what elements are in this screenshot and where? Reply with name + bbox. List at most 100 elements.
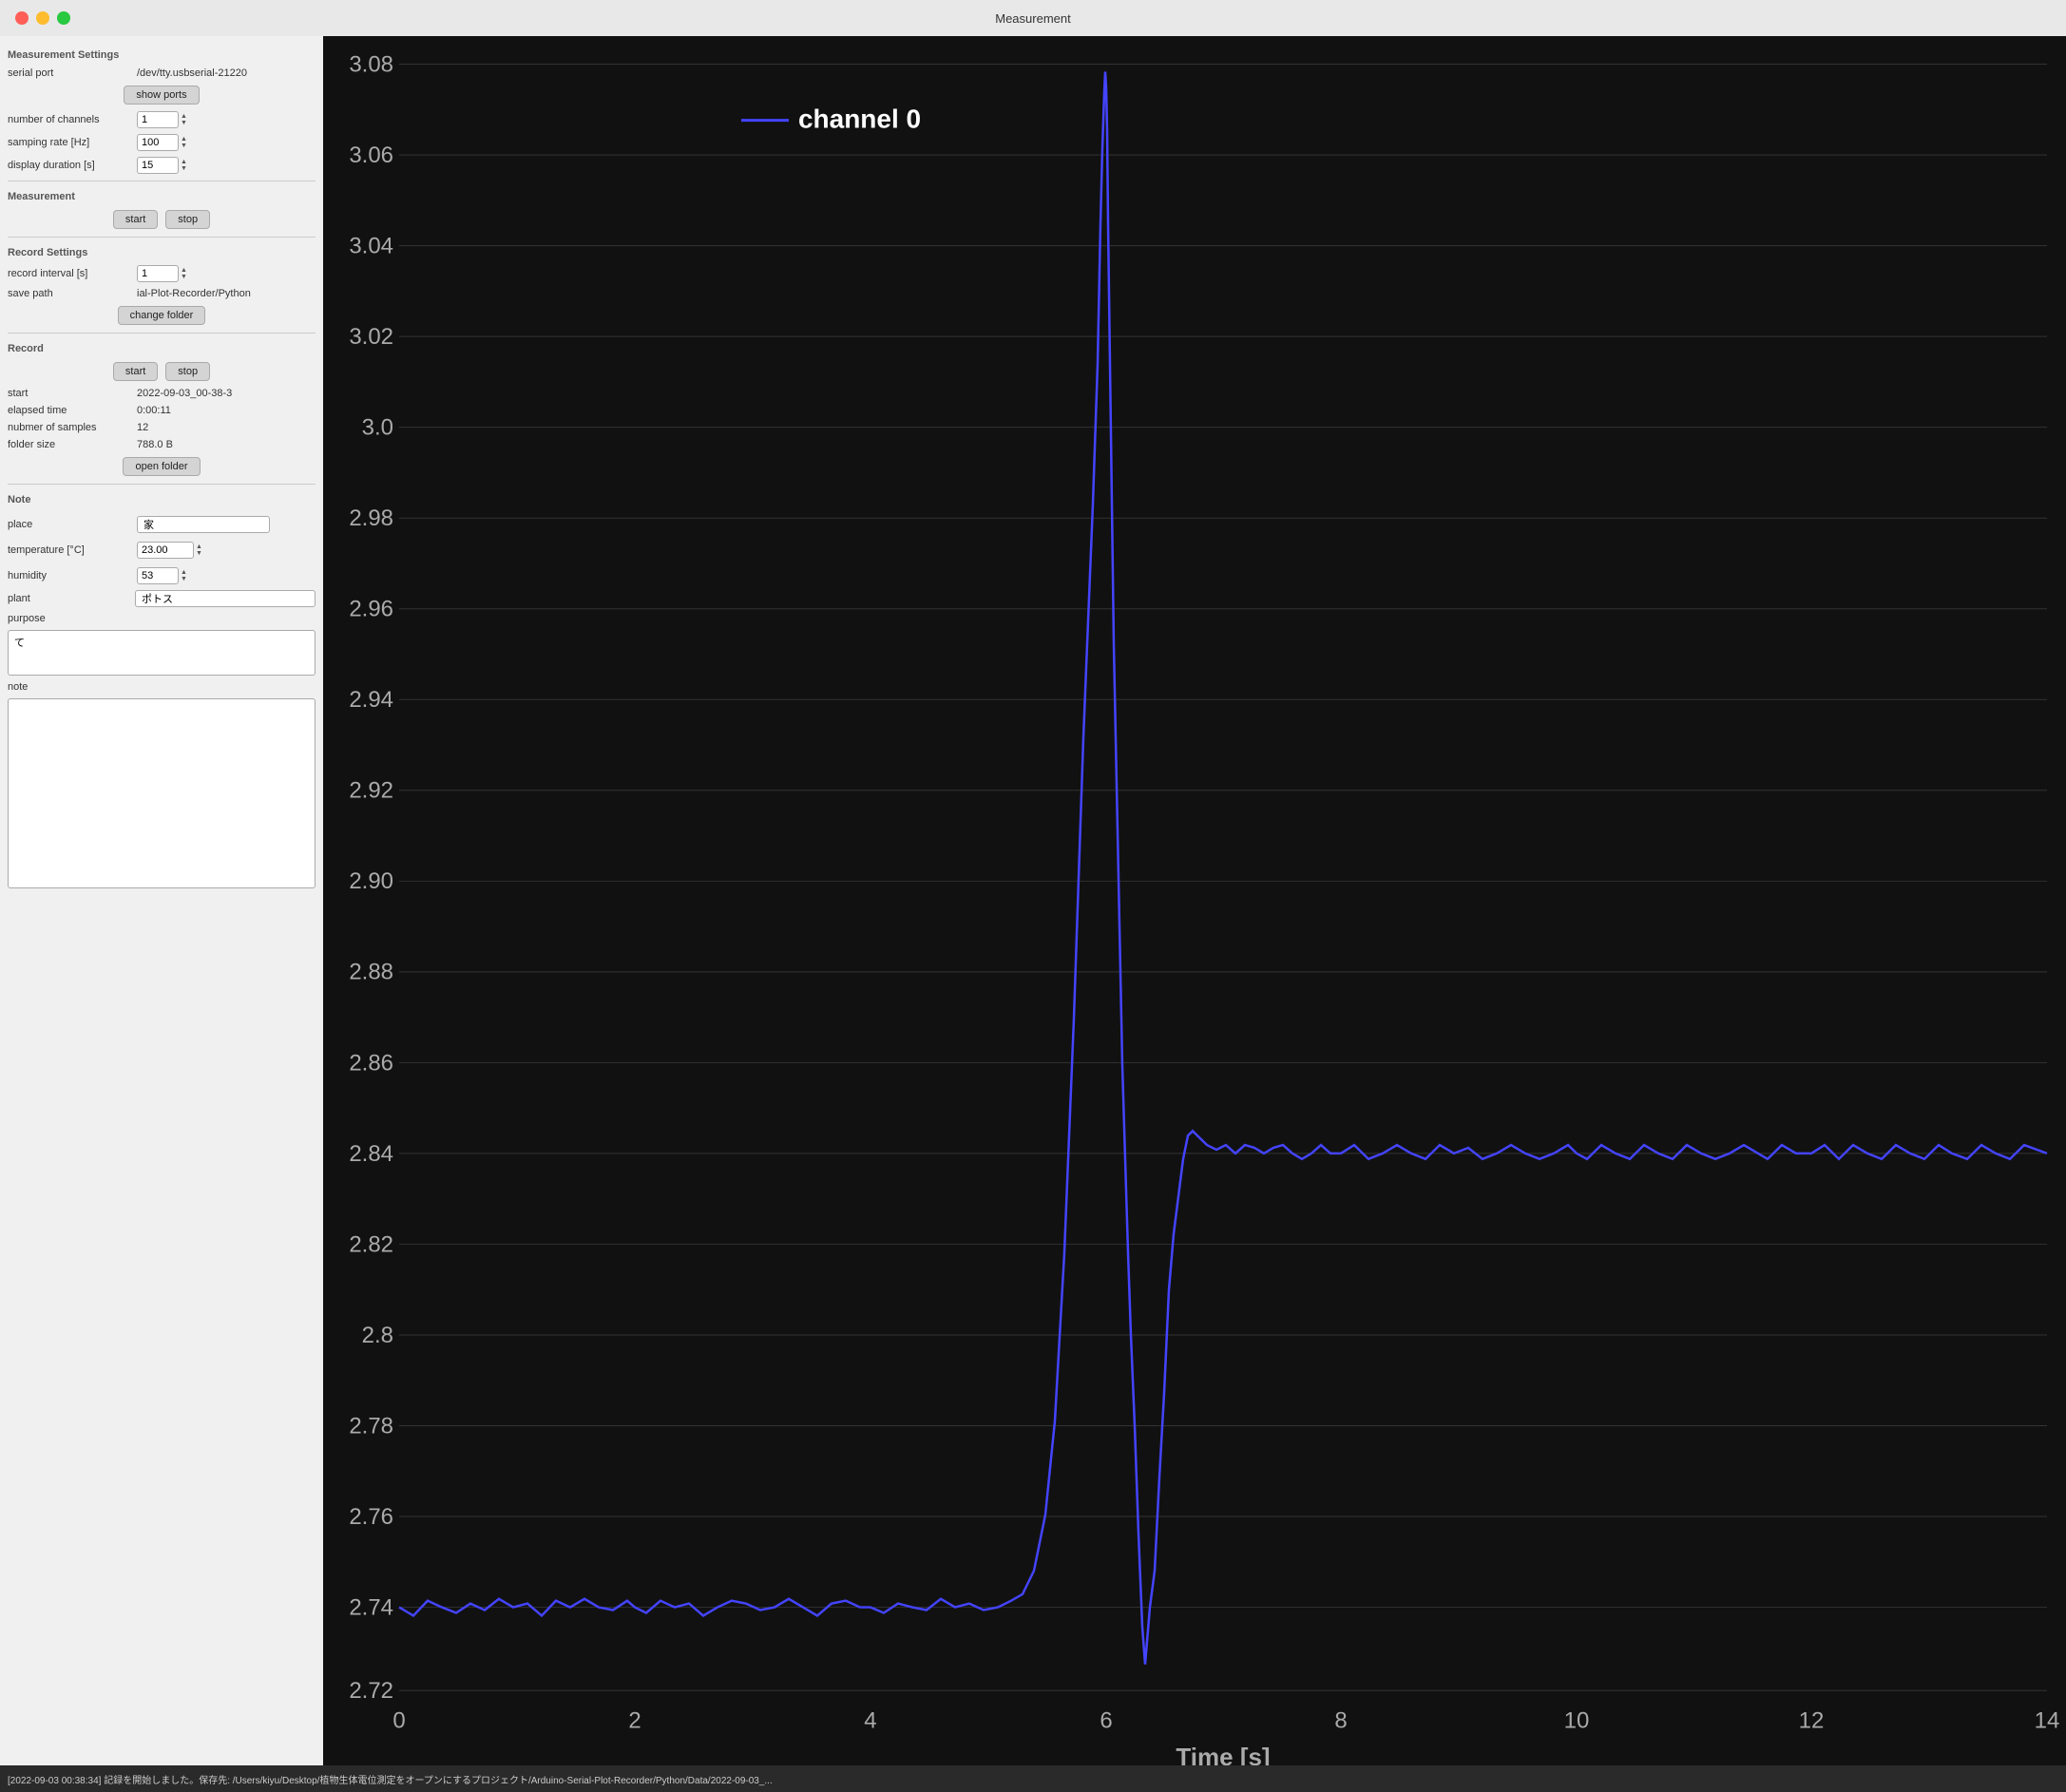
svg-text:2.88: 2.88	[349, 960, 393, 985]
sampling-rate-row: samping rate [Hz] ▲ ▼	[8, 134, 316, 151]
show-ports-button[interactable]: show ports	[124, 86, 199, 105]
humidity-input[interactable]	[137, 567, 179, 584]
num-channels-arrows[interactable]: ▲ ▼	[181, 113, 187, 126]
svg-text:2.72: 2.72	[349, 1678, 393, 1704]
record-settings-header: Record Settings	[8, 247, 316, 258]
note-header: Note	[8, 494, 316, 505]
start-label: start	[8, 388, 131, 399]
measurement-settings-header: Measurement Settings	[8, 49, 316, 61]
record-interval-input[interactable]	[137, 265, 179, 282]
humidity-arrows[interactable]: ▲ ▼	[181, 569, 187, 582]
sampling-rate-spinner[interactable]: ▲ ▼	[137, 134, 187, 151]
record-interval-arrows[interactable]: ▲ ▼	[181, 267, 187, 280]
record-btn-row: start stop	[8, 362, 316, 381]
svg-text:4: 4	[864, 1708, 876, 1734]
display-duration-label: display duration [s]	[8, 160, 131, 171]
svg-text:2.76: 2.76	[349, 1504, 393, 1530]
sampling-rate-arrows[interactable]: ▲ ▼	[181, 136, 187, 149]
svg-text:3.04: 3.04	[349, 234, 393, 259]
svg-text:2.78: 2.78	[349, 1414, 393, 1439]
humidity-spinner[interactable]: ▲ ▼	[137, 567, 187, 584]
temperature-row: temperature [°C] ▲ ▼	[8, 542, 316, 559]
elapsed-label: elapsed time	[8, 405, 131, 416]
elapsed-value: 0:00:11	[137, 405, 171, 416]
record-header: Record	[8, 343, 316, 354]
svg-text:2.82: 2.82	[349, 1231, 393, 1257]
svg-text:2.96: 2.96	[349, 597, 393, 622]
open-folder-button[interactable]: open folder	[123, 457, 200, 476]
svg-text:12: 12	[1799, 1708, 1825, 1734]
display-duration-input[interactable]	[137, 157, 179, 174]
svg-text:14: 14	[2035, 1708, 2060, 1734]
svg-text:3.0: 3.0	[362, 415, 393, 441]
start-value: 2022-09-03_00-38-3	[137, 388, 232, 399]
measurement-header: Measurement	[8, 191, 316, 202]
measurement-start-button[interactable]: start	[113, 210, 158, 229]
svg-text:8: 8	[1334, 1708, 1347, 1734]
temperature-spinner[interactable]: ▲ ▼	[137, 542, 202, 559]
save-path-value: ial-Plot-Recorder/Python	[137, 288, 251, 299]
svg-text:2.86: 2.86	[349, 1050, 393, 1076]
plant-input[interactable]	[135, 590, 316, 607]
close-button[interactable]	[15, 11, 29, 25]
num-channels-row: number of channels ▲ ▼	[8, 111, 316, 128]
folder-size-value: 788.0 B	[137, 439, 173, 450]
display-duration-row: display duration [s] ▲ ▼	[8, 157, 316, 174]
purpose-row: purpose	[8, 613, 316, 624]
maximize-button[interactable]	[57, 11, 70, 25]
save-path-row: save path ial-Plot-Recorder/Python	[8, 288, 316, 299]
display-duration-spinner[interactable]: ▲ ▼	[137, 157, 187, 174]
svg-text:3.08: 3.08	[349, 52, 393, 78]
svg-text:2.74: 2.74	[349, 1595, 393, 1621]
plant-label: plant	[8, 593, 131, 604]
folder-size-row: folder size 788.0 B	[8, 439, 316, 450]
minimize-button[interactable]	[36, 11, 49, 25]
open-folder-row: open folder	[8, 457, 316, 476]
sampling-rate-input[interactable]	[137, 134, 179, 151]
note-textarea[interactable]	[8, 698, 316, 888]
traffic-lights	[15, 11, 70, 25]
measurement-stop-button[interactable]: stop	[165, 210, 210, 229]
svg-text:2.98: 2.98	[349, 505, 393, 531]
change-folder-button[interactable]: change folder	[118, 306, 206, 325]
record-interval-spinner[interactable]: ▲ ▼	[137, 265, 187, 282]
titlebar: Measurement	[0, 0, 2066, 36]
chart-area: 3.08 3.06 3.04 3.02 3.0 2.98 2.96 2.94 2…	[323, 36, 2066, 1765]
place-row: place	[8, 516, 316, 533]
svg-text:2.90: 2.90	[349, 868, 393, 894]
svg-text:channel 0: channel 0	[798, 105, 921, 134]
record-stop-button[interactable]: stop	[165, 362, 210, 381]
temperature-arrows[interactable]: ▲ ▼	[196, 543, 202, 557]
show-ports-row: show ports	[8, 86, 316, 105]
serial-port-label: serial port	[8, 67, 131, 79]
measurement-btn-row: start stop	[8, 210, 316, 229]
num-channels-spinner[interactable]: ▲ ▼	[137, 111, 187, 128]
svg-text:2.92: 2.92	[349, 778, 393, 804]
num-channels-input[interactable]	[137, 111, 179, 128]
change-folder-row: change folder	[8, 306, 316, 325]
display-duration-arrows[interactable]: ▲ ▼	[181, 159, 187, 172]
serial-port-row: serial port /dev/tty.usbserial-21220	[8, 67, 316, 79]
svg-text:10: 10	[1564, 1708, 1590, 1734]
save-path-label: save path	[8, 288, 131, 299]
window-title: Measurement	[995, 11, 1070, 26]
statusbar-text: [2022-09-03 00:38:34] 記録を開始しました。保存先: /Us…	[8, 1772, 773, 1786]
note-section: place temperature [°C] ▲ ▼ humidity	[8, 513, 316, 888]
num-samples-value: 12	[137, 422, 148, 433]
note-field-label: note	[8, 681, 131, 693]
place-label: place	[8, 519, 131, 530]
elapsed-row: elapsed time 0:00:11	[8, 405, 316, 416]
purpose-textarea[interactable]	[8, 630, 316, 676]
main-content: Measurement Settings serial port /dev/tt…	[0, 36, 2066, 1765]
place-input[interactable]	[137, 516, 270, 533]
svg-text:2.84: 2.84	[349, 1141, 393, 1167]
statusbar: [2022-09-03 00:38:34] 記録を開始しました。保存先: /Us…	[0, 1765, 2066, 1792]
record-start-button[interactable]: start	[113, 362, 158, 381]
start-row: start 2022-09-03_00-38-3	[8, 388, 316, 399]
num-samples-label: nubmer of samples	[8, 422, 131, 433]
temperature-input[interactable]	[137, 542, 194, 559]
purpose-label: purpose	[8, 613, 131, 624]
num-samples-row: nubmer of samples 12	[8, 422, 316, 433]
record-interval-label: record interval [s]	[8, 268, 131, 279]
serial-port-value: /dev/tty.usbserial-21220	[137, 67, 247, 79]
